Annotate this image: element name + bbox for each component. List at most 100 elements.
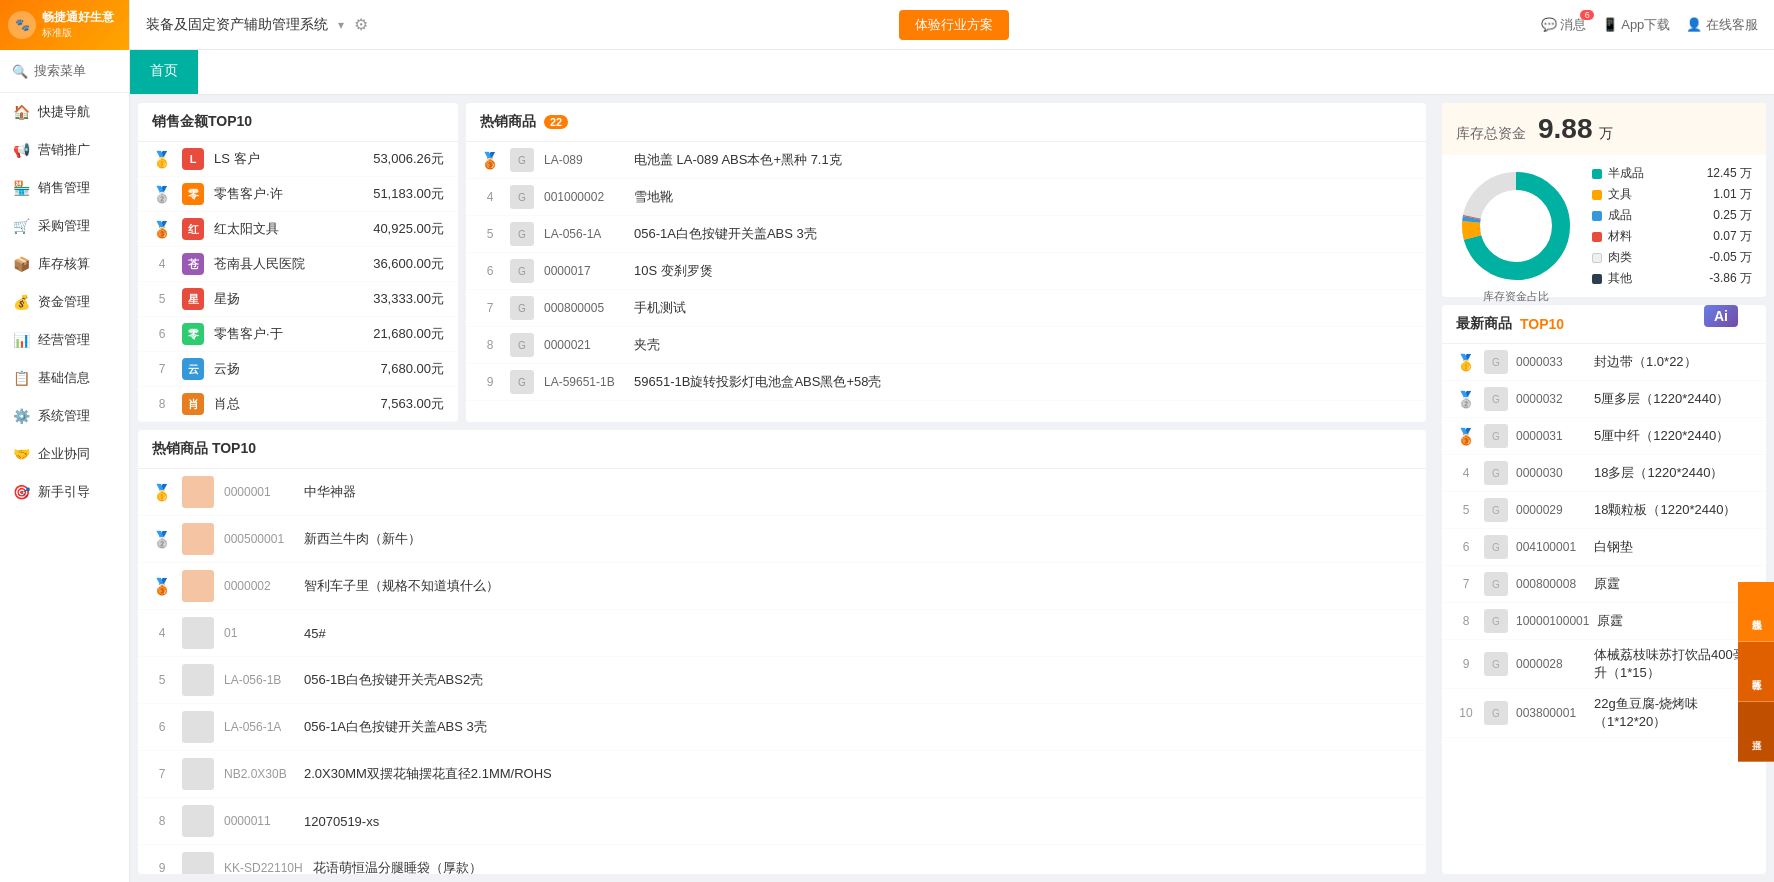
list-item: 5 G 0000029 18颗粒板（1220*2440） (1442, 492, 1766, 529)
main-area: 装备及固定资产辅助管理系统 ▾ ⚙ 体验行业方案 💬 消息 6 📱 App下载 … (130, 0, 1774, 882)
settings-icon[interactable]: ⚙ (354, 15, 368, 34)
sidebar-item-basic-info[interactable]: 📋 基础信息 (0, 359, 129, 397)
sidebar-item-inventory[interactable]: 📦 库存核算 (0, 245, 129, 283)
product-name: 中华神器 (304, 483, 1412, 501)
hot-products-card: 热销商品 TOP10 🥇 0000001 中华神器 🥈 000500001 新西… (138, 430, 1426, 874)
product-image: G (1484, 424, 1508, 448)
product-image: G (1484, 572, 1508, 596)
product-code: LA-59651-1B (544, 375, 624, 389)
rank-number: 4 (480, 190, 500, 204)
sidebar: 🐾 畅捷通好生意 标准版 🔍 搜索菜单 🏠 快捷导航 📢 营销推广 🏪 销售管理… (0, 0, 130, 882)
product-code: 01 (224, 626, 294, 640)
service-live-btn[interactable]: 直播 (1738, 702, 1774, 762)
ai-badge[interactable]: Ai (1704, 305, 1738, 327)
app-logo: 🐾 (8, 11, 36, 39)
product-code: LA-056-1B (224, 673, 294, 687)
product-image (182, 476, 214, 508)
product-code: KK-SD22110H (224, 861, 303, 874)
legend-value: 1.01 万 (1713, 186, 1752, 203)
rank-number: 5 (152, 292, 172, 306)
sidebar-item-finance[interactable]: 💰 资金管理 (0, 283, 129, 321)
list-item: 🥉 0000002 智利车子里（规格不知道填什么） (138, 563, 1426, 610)
list-item: 6 LA-056-1A 056-1A白色按键开关盖ABS 3壳 (138, 704, 1426, 751)
product-name: 体械荔枝味苏打饮品400毫升（1*15） (1594, 646, 1752, 682)
product-image (182, 664, 214, 696)
system-dropdown-icon[interactable]: ▾ (338, 18, 344, 32)
messages-container[interactable]: 💬 消息 6 (1541, 16, 1587, 34)
inventory-title: 库存总资金 (1456, 125, 1526, 143)
rank-number: 6 (1456, 540, 1476, 554)
sidebar-item-label: 资金管理 (38, 293, 90, 311)
hot-products-badge: 22 (544, 115, 568, 129)
product-name: 18颗粒板（1220*2440） (1594, 501, 1752, 519)
online-service-btn[interactable]: 👤 在线客服 (1686, 16, 1758, 34)
product-image: G (1484, 387, 1508, 411)
sidebar-item-collab[interactable]: 🤝 企业协同 (0, 435, 129, 473)
legend-item: 材料 0.07 万 (1592, 228, 1752, 245)
sidebar-item-system[interactable]: ⚙️ 系统管理 (0, 397, 129, 435)
sidebar-item-quicknav[interactable]: 🏠 快捷导航 (0, 93, 129, 131)
product-image: G (1484, 701, 1508, 725)
topbar: 装备及固定资产辅助管理系统 ▾ ⚙ 体验行业方案 💬 消息 6 📱 App下载 … (130, 0, 1774, 50)
rank-number: 7 (152, 362, 172, 376)
product-name: 夹壳 (634, 336, 1412, 354)
new-products-list: 🥇 G 0000033 封边带（1.0*22） 🥈 G 0000032 5厘多层… (1442, 344, 1766, 874)
finance-icon: 💰 (12, 293, 30, 311)
customer-name: 云扬 (214, 360, 370, 378)
product-code: 0000030 (1516, 466, 1586, 480)
product-code: 0000029 (1516, 503, 1586, 517)
product-image (182, 805, 214, 837)
product-image: G (510, 148, 534, 172)
sidebar-item-marketing[interactable]: 📢 营销推广 (0, 131, 129, 169)
system-name-label: 装备及固定资产辅助管理系统 (146, 16, 328, 34)
hot-products-right-header: 热销商品 22 (466, 103, 1426, 142)
hot-products-right-card: 热销商品 22 🥉 G LA-089 电池盖 LA-089 ABS本色+黑种 7… (466, 103, 1426, 422)
customer-name: 零售客户·许 (214, 185, 363, 203)
app-download-btn[interactable]: 📱 App下载 (1602, 16, 1670, 34)
collab-icon: 🤝 (12, 445, 30, 463)
product-name: 手机测试 (634, 299, 1412, 317)
rank-number: 5 (480, 227, 500, 241)
legend-dot (1592, 169, 1602, 179)
sidebar-item-label: 快捷导航 (38, 103, 90, 121)
sidebar-item-label: 基础信息 (38, 369, 90, 387)
avatar: 肖 (182, 393, 204, 415)
sidebar-item-label: 销售管理 (38, 179, 90, 197)
rank-number: 8 (152, 814, 172, 828)
product-image: G (1484, 498, 1508, 522)
sidebar-item-label: 系统管理 (38, 407, 90, 425)
table-row: 5 G LA-056-1A 056-1A白色按键开关盖ABS 3壳 (466, 216, 1426, 253)
service-community-btn[interactable]: 服务社区 (1738, 642, 1774, 702)
list-item: 8 0000011 12070519-xs (138, 798, 1426, 845)
inventory-unit: 万 (1599, 125, 1613, 143)
amount-value: 36,600.00元 (373, 255, 444, 273)
sidebar-item-operations[interactable]: 📊 经营管理 (0, 321, 129, 359)
product-code: LA-089 (544, 153, 624, 167)
sidebar-item-sales[interactable]: 🏪 销售管理 (0, 169, 129, 207)
legend-dot (1592, 253, 1602, 263)
legend-dot (1592, 211, 1602, 221)
sidebar-item-purchase[interactable]: 🛒 采购管理 (0, 207, 129, 245)
rank-number: 6 (152, 720, 172, 734)
service-hotline-btn[interactable]: 客服热线 (1738, 582, 1774, 642)
search-menu-button[interactable]: 🔍 搜索菜单 (8, 58, 121, 84)
inventory-amount: 9.88 (1538, 113, 1593, 145)
product-image: G (1484, 609, 1508, 633)
table-row: 8 G 0000021 夹壳 (466, 327, 1426, 364)
sidebar-item-label: 企业协同 (38, 445, 90, 463)
legend-label: 半成品 (1608, 165, 1701, 182)
legend-label: 材料 (1608, 228, 1707, 245)
sidebar-nav: 🏠 快捷导航 📢 营销推广 🏪 销售管理 🛒 采购管理 📦 库存核算 💰 资金管… (0, 93, 129, 882)
product-image (182, 523, 214, 555)
product-name: 封边带（1.0*22） (1594, 353, 1752, 371)
sidebar-item-guide[interactable]: 🎯 新手引导 (0, 473, 129, 511)
download-icon: 📱 (1602, 17, 1618, 32)
trial-button[interactable]: 体验行业方案 (899, 10, 1009, 40)
product-code: 10000100001 (1516, 614, 1589, 628)
tab-home[interactable]: 首页 (130, 50, 198, 94)
list-item: 10 G 003800001 22g鱼豆腐-烧烤味（1*12*20） (1442, 689, 1766, 738)
product-image: G (510, 222, 534, 246)
product-name: 59651-1B旋转投影灯电池盒ABS黑色+58壳 (634, 373, 1412, 391)
list-item: 6 G 004100001 白钢垫 (1442, 529, 1766, 566)
rank-number: 9 (152, 861, 172, 874)
